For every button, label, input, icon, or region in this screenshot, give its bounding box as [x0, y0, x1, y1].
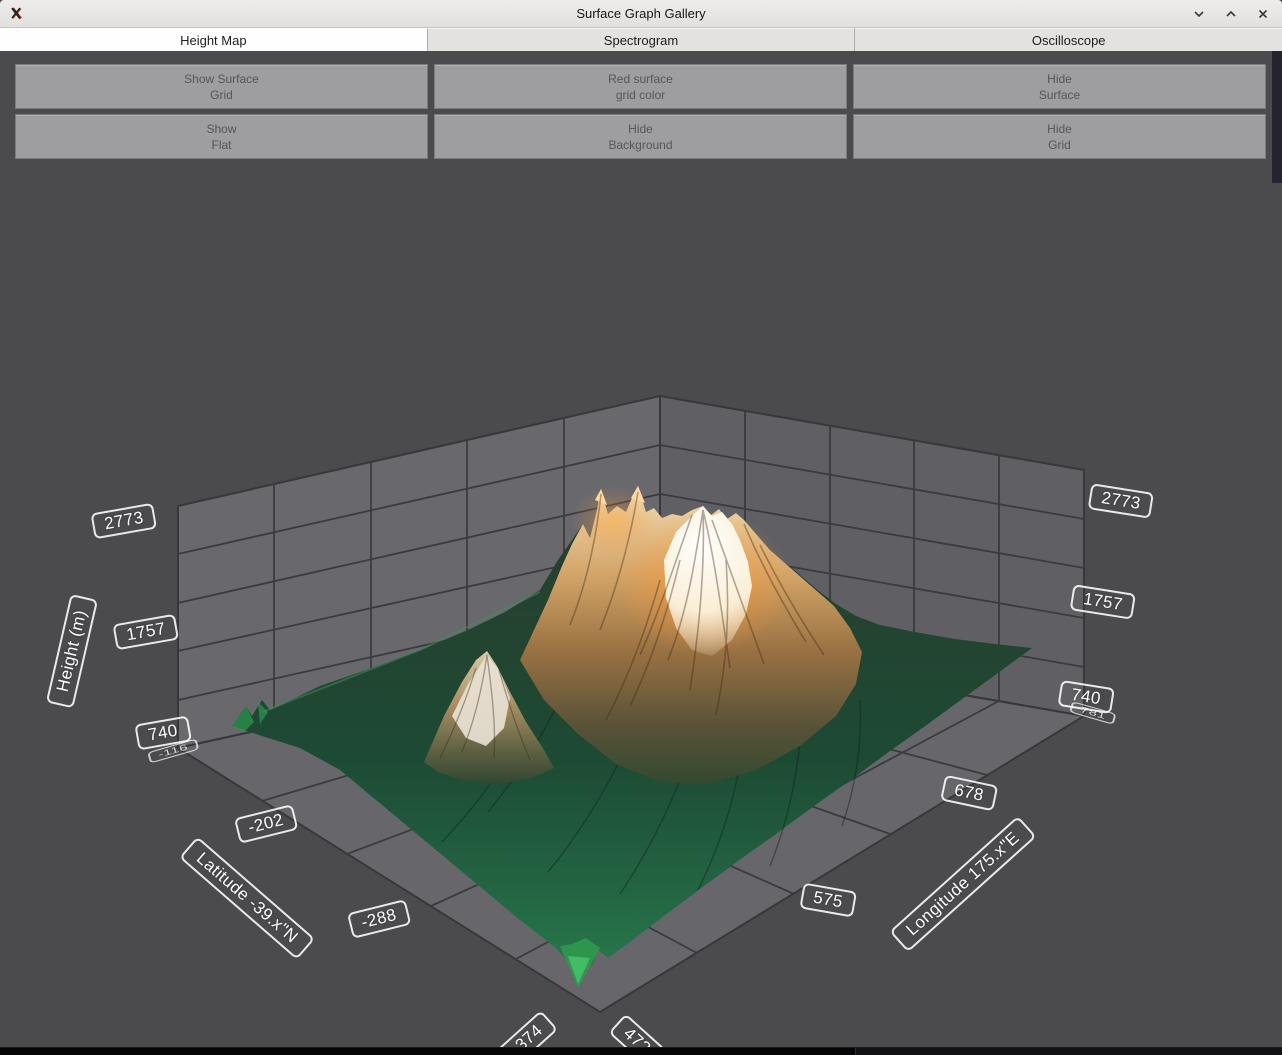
- chevron-up-icon: [1224, 7, 1238, 21]
- button-label: Grid: [1048, 137, 1071, 153]
- button-label: Hide: [628, 121, 653, 137]
- button-label: grid color: [616, 87, 665, 103]
- close-icon: [1256, 7, 1270, 21]
- chevron-down-icon: [1192, 7, 1206, 21]
- application-window: Surface Graph Gallery Height Map Spectro…: [0, 0, 1282, 1055]
- button-label: Flat: [211, 137, 231, 153]
- button-label: Show: [206, 121, 236, 137]
- button-label: Grid: [210, 87, 233, 103]
- hide-background-button[interactable]: Hide Background: [434, 114, 847, 159]
- button-label: Background: [608, 137, 672, 153]
- button-label: Surface: [1039, 87, 1080, 103]
- button-label: Red surface: [608, 71, 673, 87]
- minimize-button[interactable]: [1188, 3, 1210, 25]
- button-label: Hide: [1047, 121, 1072, 137]
- button-label: Show Surface: [184, 71, 259, 87]
- bottom-screen-strip: [0, 1047, 1282, 1055]
- window-edge: [1272, 51, 1282, 183]
- hide-surface-button[interactable]: Hide Surface: [853, 64, 1266, 109]
- hide-grid-button[interactable]: Hide Grid: [853, 114, 1266, 159]
- surface-grid-color-button[interactable]: Red surface grid color: [434, 64, 847, 109]
- button-label: Hide: [1047, 71, 1072, 87]
- show-surface-grid-button[interactable]: Show Surface Grid: [15, 64, 428, 109]
- toolbar: Show Surface Grid Red surface grid color…: [15, 64, 1266, 159]
- show-flat-button[interactable]: Show Flat: [15, 114, 428, 159]
- close-button[interactable]: [1252, 3, 1274, 25]
- maximize-button[interactable]: [1220, 3, 1242, 25]
- window-controls: [1188, 3, 1274, 25]
